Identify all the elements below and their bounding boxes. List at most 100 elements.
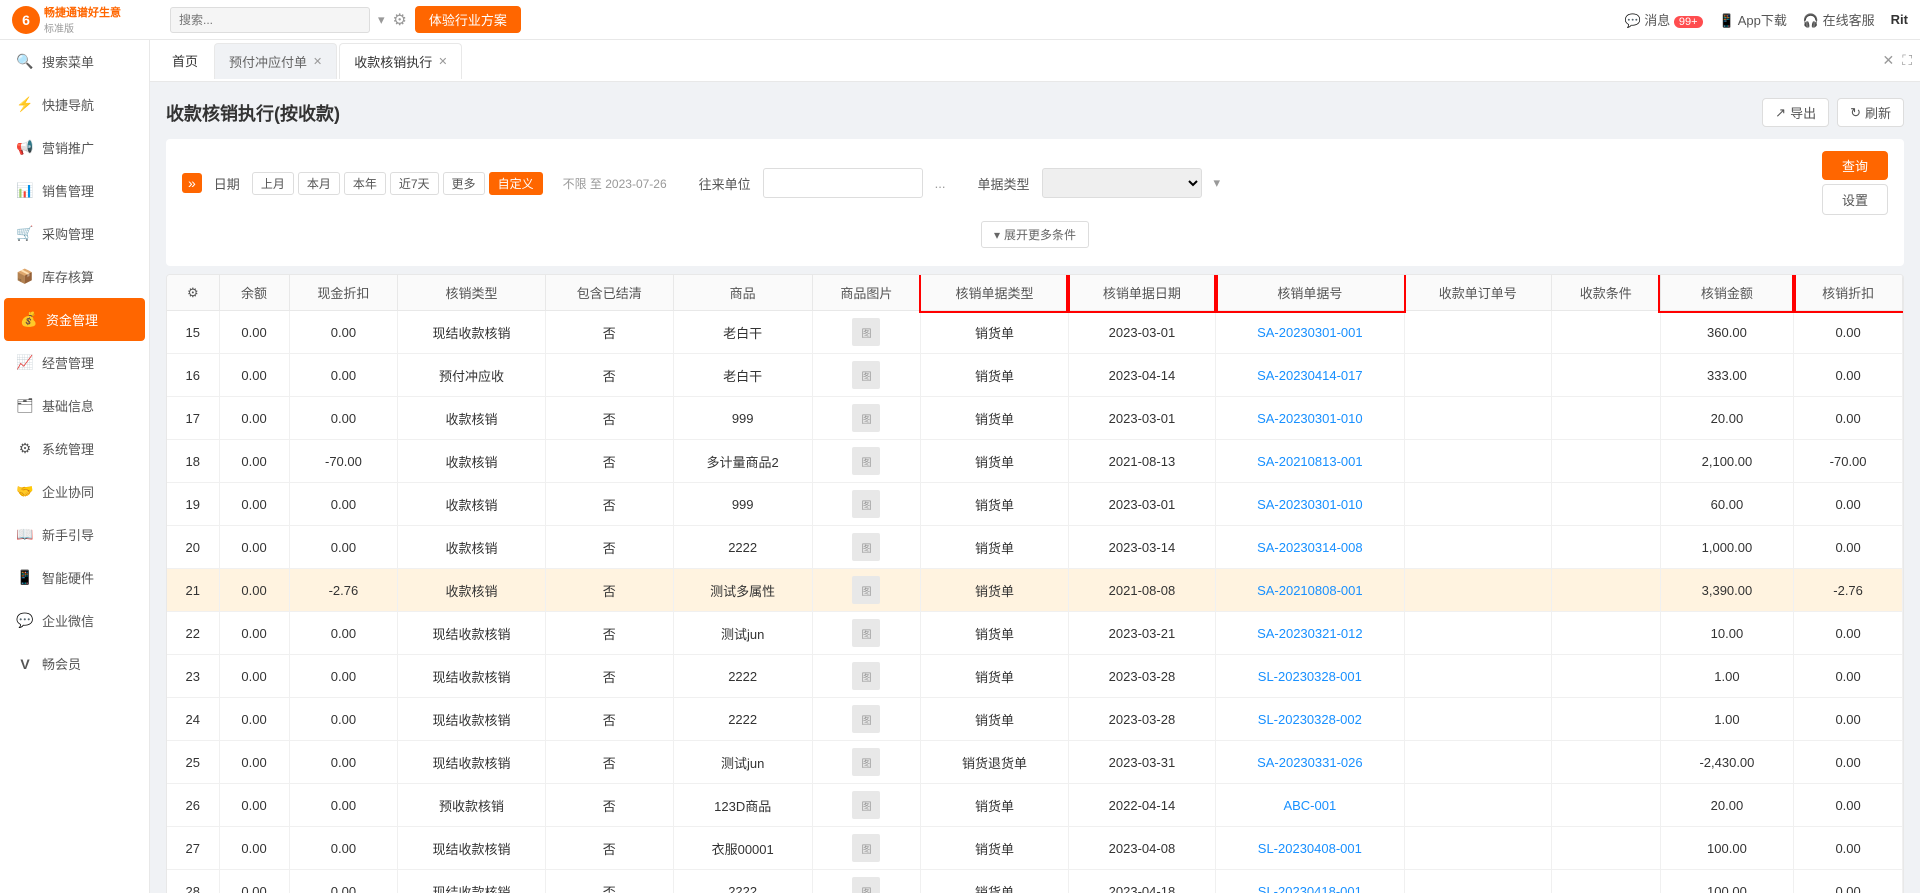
counterpart-input[interactable] bbox=[763, 168, 923, 198]
bill-no-link[interactable]: SA-20230301-010 bbox=[1257, 411, 1363, 426]
top-bar: 6 畅捷通谱好生意 标准版 ▾ ⚙ 体验行业方案 💬 消息 99+ 📱 App下… bbox=[0, 0, 1920, 40]
bill-no-link[interactable]: ABC-001 bbox=[1283, 798, 1336, 813]
cell-cancel-discount: 0.00 bbox=[1794, 741, 1903, 784]
cell-product-img: 图 bbox=[812, 741, 921, 784]
cell-cancel-type: 预付冲应收 bbox=[398, 354, 545, 397]
cell-cancel-type: 收款核销 bbox=[398, 440, 545, 483]
sidebar-item-finance[interactable]: 💰 资金管理 bbox=[4, 298, 145, 341]
bill-no-link[interactable]: SA-20230314-008 bbox=[1257, 540, 1363, 555]
bill-no-link[interactable]: SL-20230418-001 bbox=[1258, 884, 1362, 893]
settings-button[interactable]: 设置 bbox=[1822, 184, 1888, 215]
expand-row: ▾ 展开更多条件 bbox=[182, 221, 1888, 248]
cell-id: 27 bbox=[167, 827, 219, 870]
cell-product: 测试多属性 bbox=[673, 569, 812, 612]
cell-product-img: 图 bbox=[812, 784, 921, 827]
cell-product: 999 bbox=[673, 397, 812, 440]
user-name: Rit bbox=[1891, 12, 1908, 27]
cell-bill-date: 2023-03-01 bbox=[1068, 483, 1215, 526]
search-input[interactable] bbox=[170, 7, 370, 33]
more-btn[interactable]: 更多 bbox=[443, 172, 485, 195]
cell-bill-date: 2023-03-28 bbox=[1068, 698, 1215, 741]
cell-bill-type: 销货单 bbox=[921, 698, 1068, 741]
sidebar-item-label: 快捷导航 bbox=[42, 95, 94, 114]
custom-date-btn[interactable]: 自定义 bbox=[489, 172, 543, 195]
sidebar-item-hardware[interactable]: 📱 智能硬件 bbox=[0, 556, 149, 599]
sidebar-item-system[interactable]: ⚙ 系统管理 bbox=[0, 427, 149, 470]
tab-expand-icon[interactable]: ⛶ bbox=[1902, 52, 1912, 69]
cell-cancel-discount: -2.76 bbox=[1794, 569, 1903, 612]
receipt-cancel-tab-close[interactable]: ✕ bbox=[438, 55, 447, 68]
cell-bill-no: SA-20230314-008 bbox=[1216, 526, 1404, 569]
sidebar-item-purchase[interactable]: 🛒 采购管理 bbox=[0, 212, 149, 255]
refresh-button[interactable]: ↻ 刷新 bbox=[1837, 98, 1904, 127]
bill-no-link[interactable]: SA-20230321-012 bbox=[1257, 626, 1363, 641]
cell-cash-discount: -2.76 bbox=[289, 569, 398, 612]
bill-no-link[interactable]: SL-20230328-002 bbox=[1258, 712, 1362, 727]
this-year-btn[interactable]: 本年 bbox=[344, 172, 386, 195]
sidebar-item-wechat[interactable]: 💬 企业微信 bbox=[0, 599, 149, 642]
sidebar-item-search[interactable]: 🔍 搜索菜单 bbox=[0, 40, 149, 83]
query-button[interactable]: 查询 bbox=[1822, 151, 1888, 180]
prepay-tab-close[interactable]: ✕ bbox=[313, 55, 322, 68]
cell-receipt-cond bbox=[1551, 569, 1660, 612]
tab-receipt-cancel[interactable]: 收款核销执行 ✕ bbox=[339, 43, 462, 79]
messages-link[interactable]: 💬 消息 99+ bbox=[1624, 10, 1702, 29]
industry-solution-button[interactable]: 体验行业方案 bbox=[415, 6, 521, 33]
app-download-link[interactable]: 📱 App下载 bbox=[1719, 10, 1787, 29]
last-month-btn[interactable]: 上月 bbox=[252, 172, 294, 195]
cell-cancel-amount: 100.00 bbox=[1660, 827, 1794, 870]
filter-toggle-btn[interactable]: » bbox=[182, 173, 202, 193]
bill-no-link[interactable]: SA-20230331-026 bbox=[1257, 755, 1363, 770]
cell-receipt-cond bbox=[1551, 784, 1660, 827]
cell-cash-discount: 0.00 bbox=[289, 354, 398, 397]
sidebar-item-vip[interactable]: V 畅会员 bbox=[0, 642, 149, 685]
cell-product-img: 图 bbox=[812, 397, 921, 440]
sidebar-item-enterprise[interactable]: 🤝 企业协同 bbox=[0, 470, 149, 513]
th-cash-discount: 现金折扣 bbox=[289, 275, 398, 311]
chevron-down-icon[interactable]: ▾ bbox=[378, 12, 385, 28]
sidebar-item-operations[interactable]: 📈 经营管理 bbox=[0, 341, 149, 384]
cell-included: 否 bbox=[545, 440, 673, 483]
cell-product: 999 bbox=[673, 483, 812, 526]
sidebar-item-quick-nav[interactable]: ⚡ 快捷导航 bbox=[0, 83, 149, 126]
tab-prepay[interactable]: 预付冲应付单 ✕ bbox=[214, 43, 337, 79]
cell-cancel-discount: -70.00 bbox=[1794, 440, 1903, 483]
receipt-type-select[interactable] bbox=[1042, 168, 1202, 198]
cell-id: 18 bbox=[167, 440, 219, 483]
last7days-btn[interactable]: 近7天 bbox=[390, 172, 439, 195]
cell-cancel-discount: 0.00 bbox=[1794, 655, 1903, 698]
bill-no-link[interactable]: SA-20230414-017 bbox=[1257, 368, 1363, 383]
cell-cancel-type: 现结收款核销 bbox=[398, 698, 545, 741]
th-receipt-cond: 收款条件 bbox=[1551, 275, 1660, 311]
sidebar-item-sales[interactable]: 📊 销售管理 bbox=[0, 169, 149, 212]
sidebar-item-base-info[interactable]: 🗂 基础信息 bbox=[0, 384, 149, 427]
sidebar-item-marketing[interactable]: 📢 营销推广 bbox=[0, 126, 149, 169]
bill-no-link[interactable]: SA-20210808-001 bbox=[1257, 583, 1363, 598]
export-button[interactable]: ↗ 导出 bbox=[1762, 98, 1829, 127]
table-row: 27 0.00 0.00 现结收款核销 否 衣服00001 图 销货单 2023… bbox=[167, 827, 1903, 870]
this-month-btn[interactable]: 本月 bbox=[298, 172, 340, 195]
online-service-link[interactable]: 🎧 在线客服 bbox=[1803, 10, 1875, 29]
sidebar-item-inventory[interactable]: 📦 库存核算 bbox=[0, 255, 149, 298]
counterpart-dots: ... bbox=[935, 176, 946, 191]
sidebar-item-label: 销售管理 bbox=[42, 181, 94, 200]
cell-bill-no: SA-20210813-001 bbox=[1216, 440, 1404, 483]
tab-close-all-icon[interactable]: ✕ bbox=[1882, 52, 1894, 69]
bill-no-link[interactable]: SA-20230301-001 bbox=[1257, 325, 1363, 340]
bill-no-link[interactable]: SA-20230301-010 bbox=[1257, 497, 1363, 512]
expand-more-btn[interactable]: ▾ 展开更多条件 bbox=[981, 221, 1089, 248]
sidebar-item-label: 系统管理 bbox=[42, 439, 94, 458]
sidebar-item-guide[interactable]: 📖 新手引导 bbox=[0, 513, 149, 556]
cell-cash-discount: 0.00 bbox=[289, 526, 398, 569]
cell-cancel-amount: 100.00 bbox=[1660, 870, 1794, 893]
cell-bill-type: 销货单 bbox=[921, 870, 1068, 893]
cell-cancel-amount: -2,430.00 bbox=[1660, 741, 1794, 784]
settings-icon[interactable]: ⚙ bbox=[393, 10, 407, 30]
bill-no-link[interactable]: SA-20210813-001 bbox=[1257, 454, 1363, 469]
collapse-icon[interactable]: » bbox=[182, 173, 202, 193]
bill-no-link[interactable]: SL-20230328-001 bbox=[1258, 669, 1362, 684]
bill-no-link[interactable]: SL-20230408-001 bbox=[1258, 841, 1362, 856]
th-settings[interactable]: ⚙ bbox=[167, 275, 219, 311]
tab-home[interactable]: 首页 bbox=[158, 43, 212, 79]
cell-cancel-discount: 0.00 bbox=[1794, 311, 1903, 354]
